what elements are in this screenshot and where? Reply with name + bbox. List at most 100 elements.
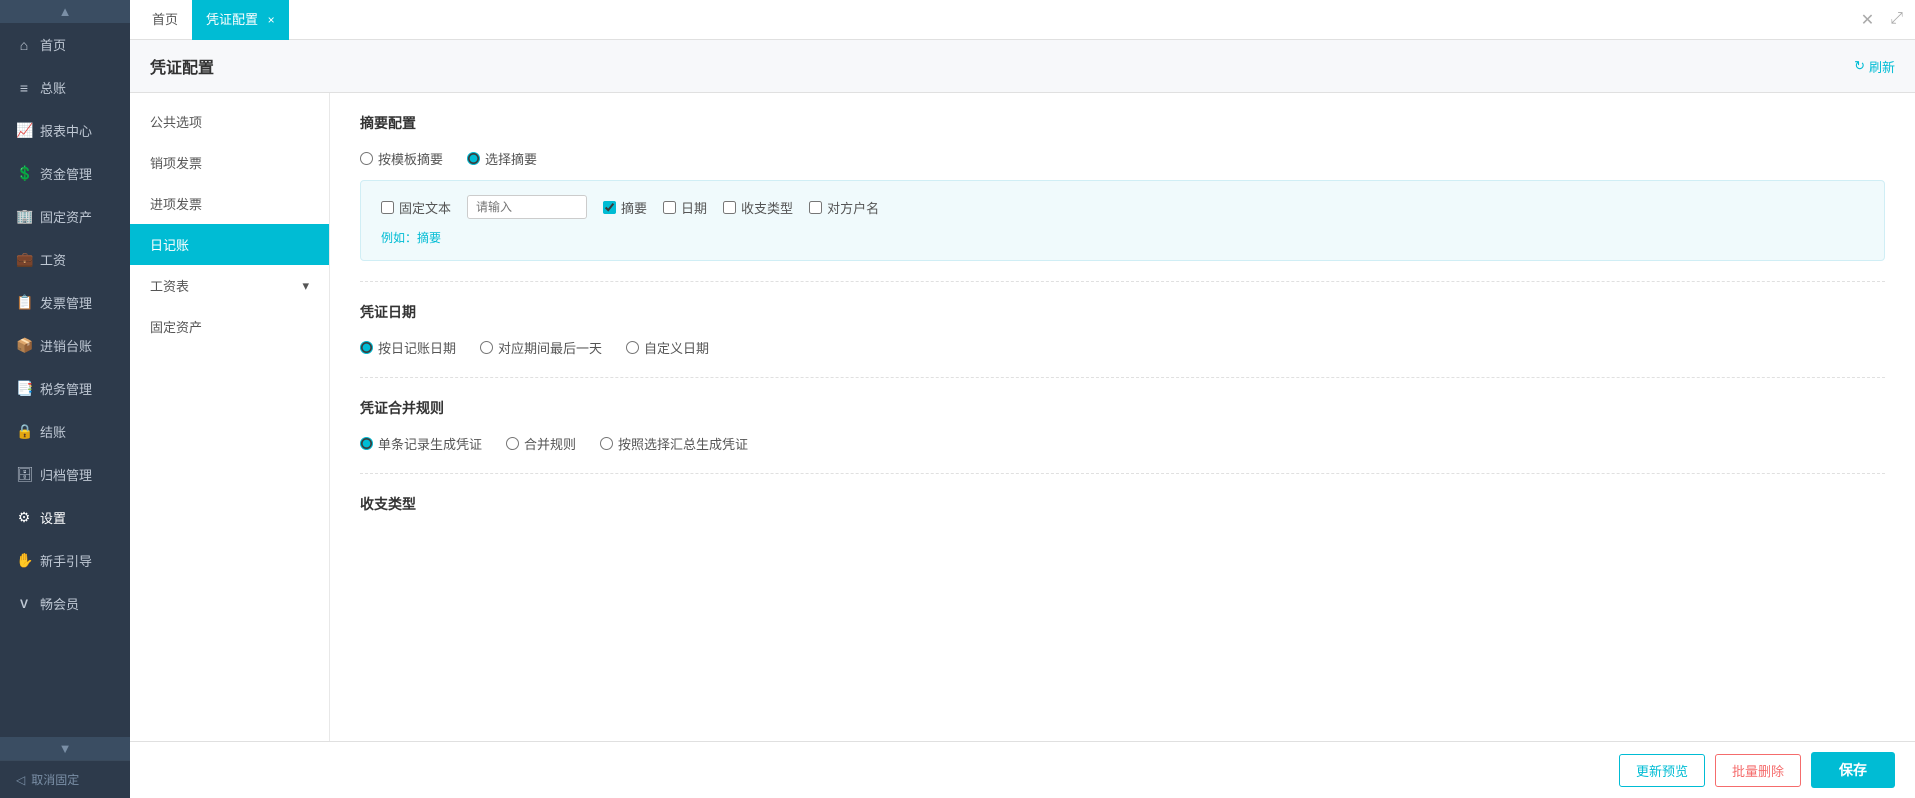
save-button[interactable]: 保存 (1811, 752, 1895, 788)
checkbox-summary[interactable]: 摘要 (603, 198, 647, 217)
voucher-date-title: 凭证日期 (360, 302, 1885, 322)
radio-template-input[interactable] (360, 152, 373, 165)
sidebar-item-stock[interactable]: 📦 进销台账 (0, 324, 130, 367)
summary-config-row: 固定文本 摘要 日期 收支类型 (381, 195, 1864, 219)
payroll-icon: 💼 (16, 251, 32, 268)
refresh-icon: ↻ (1854, 58, 1865, 74)
radio-journal-date[interactable]: 按日记账日期 (360, 338, 456, 357)
counterparty-checkbox[interactable] (809, 201, 822, 214)
divider-2 (360, 377, 1885, 378)
radio-select-merge[interactable]: 按照选择汇总生成凭证 (600, 434, 748, 453)
tab-voucher-config[interactable]: 凭证配置 × (192, 0, 289, 40)
voucher-date-radio-group: 按日记账日期 对应期间最后一天 自定义日期 (360, 338, 1885, 357)
nav-item-public[interactable]: 公共选项 (130, 101, 329, 142)
summary-config-section: 摘要配置 按模板摘要 选择摘要 固定文本 (360, 113, 1885, 261)
tab-close-button[interactable]: × (268, 13, 275, 27)
pin-icon: ◁ (16, 773, 25, 787)
sidebar-item-invoice[interactable]: 📋 发票管理 (0, 281, 130, 324)
summary-config-box: 固定文本 摘要 日期 收支类型 (360, 180, 1885, 261)
vip-icon: V (16, 597, 32, 611)
sidebar-item-guide[interactable]: ✋ 新手引导 (0, 539, 130, 582)
sidebar-item-reports[interactable]: 📈 报表中心 (0, 109, 130, 152)
ledger-icon: ≡ (16, 80, 32, 96)
merge-rule-title: 凭证合并规则 (360, 398, 1885, 418)
guide-icon: ✋ (16, 552, 32, 569)
date-checkbox[interactable] (663, 201, 676, 214)
radio-custom-date[interactable]: 自定义日期 (626, 338, 709, 357)
checkbox-date[interactable]: 日期 (663, 198, 707, 217)
revenue-type-title: 收支类型 (360, 494, 1885, 514)
sidebar: ▲ ⌂ 首页 ≡ 总账 📈 报表中心 💲 资金管理 🏢 固定资产 💼 工资 📋 … (0, 0, 130, 798)
revenue-type-section: 收支类型 (360, 494, 1885, 514)
tab-expand-button[interactable]: ⤢ (1886, 10, 1907, 30)
checkbox-fixed-text[interactable]: 固定文本 (381, 198, 451, 217)
stock-icon: 📦 (16, 337, 32, 354)
sidebar-item-tax[interactable]: 📑 税务管理 (0, 367, 130, 410)
sidebar-item-capital[interactable]: 💲 资金管理 (0, 152, 130, 195)
nav-item-payroll-table[interactable]: 工资表 ▾ (130, 265, 329, 306)
tax-icon: 📑 (16, 380, 32, 397)
divider-1 (360, 281, 1885, 282)
radio-single-input[interactable] (360, 437, 373, 450)
sidebar-item-settings[interactable]: ⚙ 设置 (0, 496, 130, 539)
tab-minimize-button[interactable]: ✕ (1857, 10, 1878, 30)
main-area: 首页 凭证配置 × ✕ ⤢ 凭证配置 ↻ 刷新 公共选项 销项发票 进项 (130, 0, 1915, 798)
nav-item-purchase-invoice[interactable]: 进项发票 (130, 183, 329, 224)
radio-select-input[interactable] (467, 152, 480, 165)
reports-icon: 📈 (16, 122, 32, 139)
sidebar-scroll-up[interactable]: ▲ (0, 0, 130, 23)
radio-select-merge-input[interactable] (600, 437, 613, 450)
content-area: 公共选项 销项发票 进项发票 日记账 工资表 ▾ 固定资产 摘要配置 (130, 93, 1915, 741)
nav-item-fixed-assets[interactable]: 固定资产 (130, 306, 329, 347)
summary-radio-group: 按模板摘要 选择摘要 (360, 149, 1885, 168)
page-title: 凭证配置 (150, 54, 214, 78)
update-preview-button[interactable]: 更新预览 (1619, 754, 1705, 787)
summary-checkbox[interactable] (603, 201, 616, 214)
checkbox-counterparty[interactable]: 对方户名 (809, 198, 879, 217)
sidebar-scroll-down[interactable]: ▼ (0, 737, 130, 760)
tab-home[interactable]: 首页 (138, 0, 192, 40)
revenue-type-checkbox[interactable] (723, 201, 736, 214)
sidebar-item-vip[interactable]: V 畅会员 (0, 582, 130, 625)
archive-icon: 🗄 (16, 466, 32, 483)
sidebar-item-payroll[interactable]: 💼 工资 (0, 238, 130, 281)
sidebar-item-close[interactable]: 🔒 结账 (0, 410, 130, 453)
nav-item-sales-invoice[interactable]: 销项发票 (130, 142, 329, 183)
tab-bar: 首页 凭证配置 × ✕ ⤢ (130, 0, 1915, 40)
batch-delete-button[interactable]: 批量删除 (1715, 754, 1801, 787)
sidebar-item-assets[interactable]: 🏢 固定资产 (0, 195, 130, 238)
radio-merge-rule[interactable]: 合并规则 (506, 434, 576, 453)
close-book-icon: 🔒 (16, 423, 32, 440)
fixed-text-checkbox[interactable] (381, 201, 394, 214)
home-icon: ⌂ (16, 37, 32, 53)
radio-last-day[interactable]: 对应期间最后一天 (480, 338, 602, 357)
page-header: 凭证配置 ↻ 刷新 (130, 40, 1915, 93)
merge-rule-section: 凭证合并规则 单条记录生成凭证 合并规则 按照选择汇总生成凭证 (360, 398, 1885, 453)
merge-rule-radio-group: 单条记录生成凭证 合并规则 按照选择汇总生成凭证 (360, 434, 1885, 453)
right-content: 摘要配置 按模板摘要 选择摘要 固定文本 (330, 93, 1915, 741)
capital-icon: 💲 (16, 165, 32, 182)
assets-icon: 🏢 (16, 208, 32, 225)
radio-journal-date-input[interactable] (360, 341, 373, 354)
radio-single-record[interactable]: 单条记录生成凭证 (360, 434, 482, 453)
invoice-icon: 📋 (16, 294, 32, 311)
cancel-pin-button[interactable]: ◁ 取消固定 (0, 760, 130, 798)
nav-item-journal[interactable]: 日记账 (130, 224, 329, 265)
voucher-date-section: 凭证日期 按日记账日期 对应期间最后一天 自定义日期 (360, 302, 1885, 357)
radio-template-summary[interactable]: 按模板摘要 (360, 149, 443, 168)
tab-bar-actions: ✕ ⤢ (1857, 10, 1907, 30)
example-text: 例如：摘要 (381, 229, 1864, 246)
fixed-text-input[interactable] (467, 195, 587, 219)
bottom-bar: 更新预览 批量删除 保存 (130, 741, 1915, 798)
sidebar-item-ledger[interactable]: ≡ 总账 (0, 66, 130, 109)
summary-config-title: 摘要配置 (360, 113, 1885, 133)
sidebar-item-home[interactable]: ⌂ 首页 (0, 23, 130, 66)
sidebar-item-archive[interactable]: 🗄 归档管理 (0, 453, 130, 496)
checkbox-revenue-type[interactable]: 收支类型 (723, 198, 793, 217)
refresh-button[interactable]: ↻ 刷新 (1854, 57, 1895, 76)
radio-merge-input[interactable] (506, 437, 519, 450)
radio-select-summary[interactable]: 选择摘要 (467, 149, 537, 168)
radio-last-day-input[interactable] (480, 341, 493, 354)
radio-custom-date-input[interactable] (626, 341, 639, 354)
left-nav: 公共选项 销项发票 进项发票 日记账 工资表 ▾ 固定资产 (130, 93, 330, 741)
